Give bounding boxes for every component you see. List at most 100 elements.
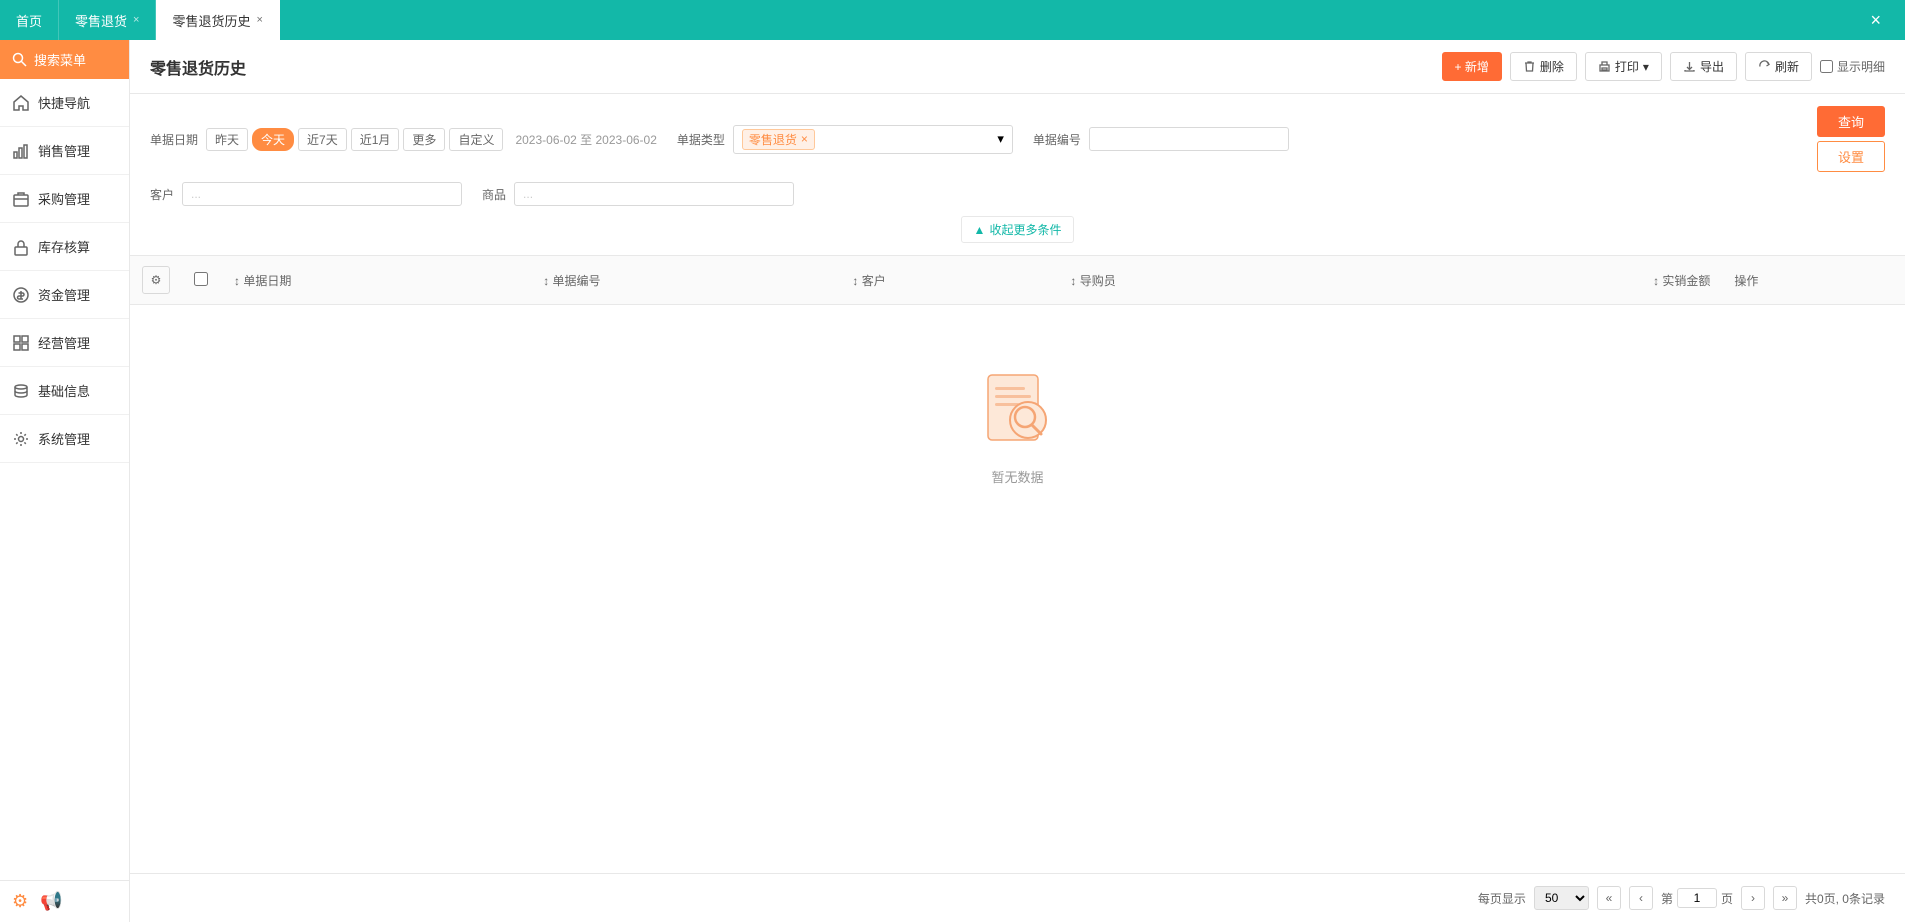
settings-footer-icon[interactable]: ⚙ bbox=[12, 891, 28, 912]
customer-select[interactable]: ... bbox=[182, 182, 462, 206]
show-detail-checkbox[interactable] bbox=[1820, 60, 1833, 73]
table-wrapper: ⚙ ↕ 单据日期 ↕ 单据编号 bbox=[130, 256, 1905, 873]
goods-placeholder: ... bbox=[523, 187, 533, 201]
sidebar-search[interactable]: 搜索菜单 bbox=[0, 40, 129, 79]
page-title: 零售退货历史 bbox=[150, 55, 246, 79]
tab-retail-return-history-close[interactable]: × bbox=[256, 14, 262, 26]
sidebar-item-operation-mgmt[interactable]: 经营管理 bbox=[0, 319, 129, 367]
export-icon bbox=[1683, 60, 1696, 73]
refresh-button[interactable]: 刷新 bbox=[1745, 52, 1812, 81]
filter-row-2: 客户 ... 商品 ... bbox=[150, 182, 1885, 206]
col-date[interactable]: ↕ 单据日期 bbox=[222, 256, 531, 305]
prev-page-button[interactable]: ‹ bbox=[1629, 886, 1653, 910]
speaker-footer-icon[interactable]: 📢 bbox=[40, 891, 62, 912]
page-label: 第 bbox=[1661, 890, 1673, 907]
add-button[interactable]: + 新增 bbox=[1442, 52, 1502, 81]
show-detail-checkbox-label[interactable]: 显示明细 bbox=[1820, 58, 1885, 75]
window-close-icon[interactable]: × bbox=[1862, 6, 1889, 35]
tab-home-label: 首页 bbox=[16, 11, 42, 30]
doc-type-tag-remove[interactable]: × bbox=[801, 132, 808, 146]
page-input[interactable] bbox=[1677, 888, 1717, 908]
sidebar-item-base-info[interactable]: 基础信息 bbox=[0, 367, 129, 415]
db-icon bbox=[12, 382, 30, 400]
sidebar-item-sales-mgmt[interactable]: 销售管理 bbox=[0, 127, 129, 175]
header-actions: + 新增 删除 打印 ▾ bbox=[1442, 52, 1885, 81]
tab-retail-return-close[interactable]: × bbox=[133, 14, 139, 26]
query-button[interactable]: 查询 bbox=[1817, 106, 1885, 137]
last-page-button[interactable]: » bbox=[1773, 886, 1797, 910]
filter-row-1: 单据日期 昨天 今天 近7天 近1月 更多 自定义 2023-06-02 至 2… bbox=[150, 106, 1885, 172]
per-page-select[interactable]: 50 10 20 100 bbox=[1534, 886, 1589, 910]
empty-state: 暂无数据 bbox=[130, 305, 1905, 546]
col-guide[interactable]: ↕ 导购员 bbox=[1058, 256, 1322, 305]
empty-illustration bbox=[973, 365, 1063, 455]
tab-home[interactable]: 首页 bbox=[0, 0, 59, 40]
table-body: 暂无数据 bbox=[130, 305, 1905, 547]
tab-list: 首页 零售退货 × 零售退货历史 × bbox=[0, 0, 1862, 40]
next-page-button[interactable]: › bbox=[1741, 886, 1765, 910]
sidebar-item-inventory[interactable]: 库存核算 bbox=[0, 223, 129, 271]
customer-label: 客户 bbox=[150, 186, 174, 203]
setting-button[interactable]: 设置 bbox=[1817, 141, 1885, 172]
table-area: ⚙ ↕ 单据日期 ↕ 单据编号 bbox=[130, 256, 1905, 922]
goods-select[interactable]: ... bbox=[514, 182, 794, 206]
col-number-label: ↕ 单据编号 bbox=[543, 274, 600, 288]
goods-label: 商品 bbox=[482, 186, 506, 203]
date-btn-group: 昨天 今天 近7天 近1月 更多 自定义 bbox=[206, 128, 503, 151]
pagination-info: 第 页 bbox=[1661, 888, 1733, 908]
date-btn-custom[interactable]: 自定义 bbox=[449, 128, 503, 151]
filter-area: 单据日期 昨天 今天 近7天 近1月 更多 自定义 2023-06-02 至 2… bbox=[130, 94, 1905, 256]
doc-type-dropdown-icon: ▾ bbox=[997, 131, 1004, 147]
customer-placeholder: ... bbox=[191, 187, 201, 201]
date-btn-more[interactable]: 更多 bbox=[403, 128, 445, 151]
sidebar-item-system-mgmt[interactable]: 系统管理 bbox=[0, 415, 129, 463]
doc-number-input[interactable] bbox=[1089, 127, 1289, 151]
sidebar-nav: 快捷导航 销售管理 采购管理 bbox=[0, 79, 129, 880]
date-btn-yesterday[interactable]: 昨天 bbox=[206, 128, 248, 151]
filter-goods: 商品 ... bbox=[482, 182, 794, 206]
col-action-label: 操作 bbox=[1734, 274, 1758, 288]
tab-retail-return-label: 零售退货 bbox=[75, 11, 127, 30]
total-info: 共0页, 0条记录 bbox=[1805, 890, 1885, 907]
date-btn-today[interactable]: 今天 bbox=[252, 128, 294, 151]
sidebar-item-sales-label: 销售管理 bbox=[38, 141, 90, 160]
col-empty bbox=[1322, 256, 1413, 305]
doc-type-select[interactable]: 零售退货 × ▾ bbox=[733, 125, 1013, 154]
col-number[interactable]: ↕ 单据编号 bbox=[531, 256, 840, 305]
col-amount[interactable]: ↕ 实销金额 bbox=[1413, 256, 1722, 305]
top-bar-right: × bbox=[1862, 0, 1905, 40]
top-bar: 首页 零售退货 × 零售退货历史 × × bbox=[0, 0, 1905, 40]
tab-retail-return-history-label: 零售退货历史 bbox=[172, 11, 250, 30]
export-button[interactable]: 导出 bbox=[1670, 52, 1737, 81]
collapse-button[interactable]: ▲ 收起更多条件 bbox=[961, 216, 1075, 243]
collapse-up-icon: ▲ bbox=[974, 223, 986, 237]
tab-retail-return-history[interactable]: 零售退货历史 × bbox=[156, 0, 279, 40]
sidebar-item-quick-nav[interactable]: 快捷导航 bbox=[0, 79, 129, 127]
date-btn-1month[interactable]: 近1月 bbox=[351, 128, 400, 151]
print-button[interactable]: 打印 ▾ bbox=[1585, 52, 1662, 81]
sidebar-item-purchase-mgmt[interactable]: 采购管理 bbox=[0, 175, 129, 223]
page-unit: 页 bbox=[1721, 890, 1733, 907]
delete-button[interactable]: 删除 bbox=[1510, 52, 1577, 81]
col-settings: ⚙ bbox=[130, 256, 182, 305]
collapse-area: ▲ 收起更多条件 bbox=[150, 216, 1885, 243]
sidebar-item-finance-mgmt[interactable]: 资金管理 bbox=[0, 271, 129, 319]
tab-retail-return[interactable]: 零售退货 × bbox=[59, 0, 156, 40]
sidebar: 搜索菜单 快捷导航 销售管理 bbox=[0, 40, 130, 922]
table-settings-icon[interactable]: ⚙ bbox=[142, 266, 170, 294]
per-page-label: 每页显示 bbox=[1478, 890, 1526, 907]
show-detail-label: 显示明细 bbox=[1837, 58, 1885, 75]
home-icon bbox=[12, 94, 30, 112]
col-customer[interactable]: ↕ 客户 bbox=[840, 256, 1058, 305]
chart-icon bbox=[12, 142, 30, 160]
date-btn-7days[interactable]: 近7天 bbox=[298, 128, 347, 151]
sidebar-item-quick-nav-label: 快捷导航 bbox=[38, 93, 90, 112]
grid-icon bbox=[12, 334, 30, 352]
doc-type-tag: 零售退货 × bbox=[742, 129, 815, 150]
col-date-label: ↕ 单据日期 bbox=[234, 274, 291, 288]
first-page-button[interactable]: « bbox=[1597, 886, 1621, 910]
query-action-btns: 查询 设置 bbox=[1817, 106, 1885, 172]
select-all-checkbox[interactable] bbox=[194, 272, 208, 286]
main-content: 零售退货历史 + 新增 删除 打印 ▾ bbox=[130, 40, 1905, 922]
sidebar-item-purchase-label: 采购管理 bbox=[38, 189, 90, 208]
